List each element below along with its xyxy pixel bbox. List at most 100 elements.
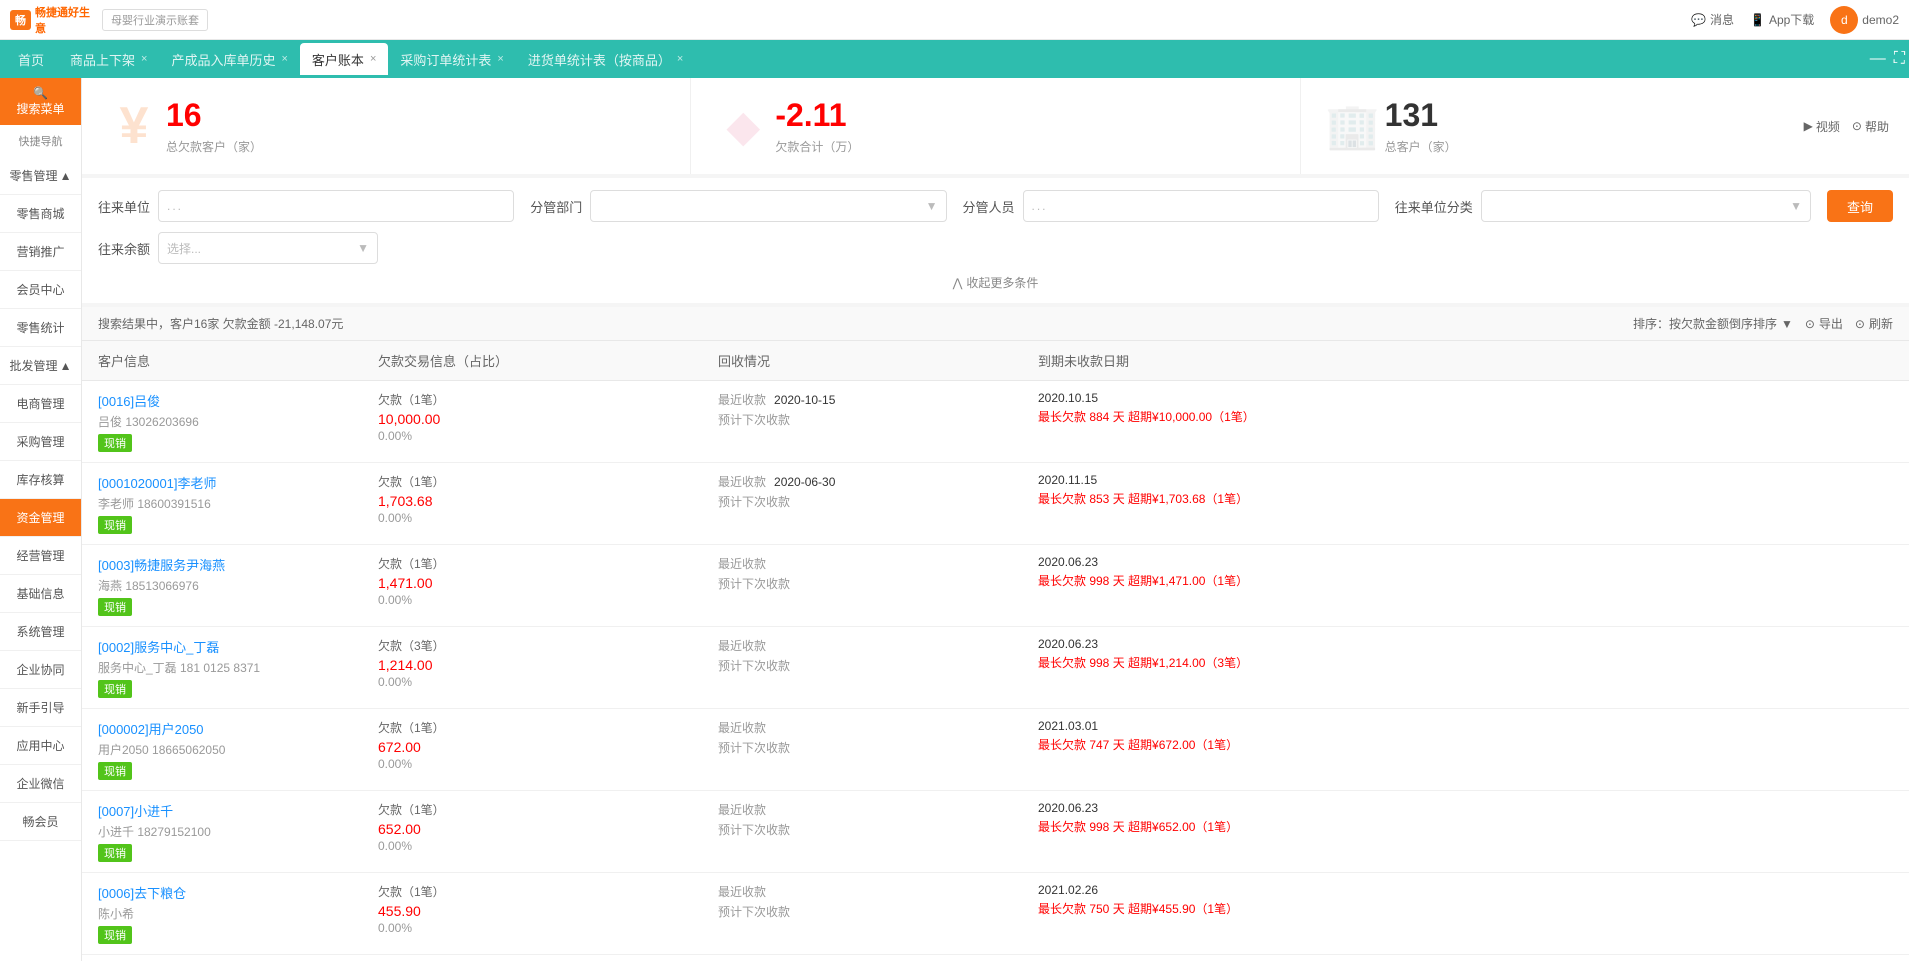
sidebar-item-marketing[interactable]: 营销推广 [0, 233, 81, 271]
video-button[interactable]: ▶ 视频 [1804, 118, 1840, 135]
sidebar-item-batch-mgmt[interactable]: 批发管理▲ [0, 347, 81, 385]
tab-product-history[interactable]: 产成品入库单历史 × [159, 43, 299, 75]
sidebar-item-vip-member[interactable]: 畅会员 [0, 803, 81, 841]
table-row: [000002]用户2050 用户2050 18665062050 现销 欠款（… [82, 709, 1909, 791]
stat-card-debt-amount: ◆ -2.11 欠款合计（万） [691, 78, 1300, 174]
search-button[interactable]: 查询 [1827, 190, 1893, 222]
tabs-minimize-button[interactable]: — [1870, 50, 1886, 68]
debt-amount-3[interactable]: 1,214.00 [378, 657, 718, 673]
overdue-link-6[interactable]: 超期¥455.90（1笔） [1128, 902, 1238, 916]
unit-category-label: 往来单位分类 [1395, 197, 1473, 216]
sidebar-item-app-center[interactable]: 应用中心 [0, 727, 81, 765]
tab-purchase-stats[interactable]: 进货单统计表（按商品） × [516, 43, 695, 75]
customer-tag-4: 现销 [98, 762, 132, 780]
from-unit-input[interactable]: ... [158, 190, 514, 222]
customer-tag-1: 现销 [98, 516, 132, 534]
customer-name-5[interactable]: [0007]小进千 [98, 801, 378, 820]
tab-customer-account[interactable]: 客户账本 × [300, 43, 388, 75]
building-icon: 🏢 [1321, 94, 1385, 158]
payback-info-2: 最近收款 预计下次收款 [718, 555, 1038, 592]
tab-close-purchase-order[interactable]: × [497, 53, 503, 65]
sidebar-item-retail-store[interactable]: 零售商城 [0, 195, 81, 233]
user-avatar[interactable]: d demo2 [1830, 6, 1899, 34]
person-label: 分管人员 [963, 197, 1015, 216]
stat-info-debt-customers: 16 总欠款客户（家） [166, 97, 262, 155]
filter-person: 分管人员 ... [963, 190, 1379, 222]
sidebar-item-inventory-check[interactable]: 库存核算 [0, 461, 81, 499]
overdue-link-0[interactable]: 超期¥10,000.00（1笔） [1128, 410, 1255, 424]
overdue-link-5[interactable]: 超期¥652.00（1笔） [1128, 820, 1238, 834]
balance-select[interactable]: 选择... ▼ [158, 232, 378, 264]
customer-name-3[interactable]: [0002]服务中心_丁磊 [98, 637, 378, 656]
debt-amount-5[interactable]: 652.00 [378, 821, 718, 837]
customer-info-3: [0002]服务中心_丁磊 服务中心_丁磊 181 0125 8371 现销 [98, 637, 378, 698]
customer-name-0[interactable]: [0016]吕俊 [98, 391, 378, 410]
help-button[interactable]: ⊙ 帮助 [1852, 118, 1889, 135]
main-layout: 🔍 搜索菜单 快捷导航 零售管理▲ 零售商城 营销推广 会员中心 零售统计 [0, 78, 1909, 961]
customer-info-4: [000002]用户2050 用户2050 18665062050 现销 [98, 719, 378, 780]
sidebar-item-system-mgmt[interactable]: 系统管理 [0, 613, 81, 651]
tab-close-purchase-stats[interactable]: × [677, 53, 683, 65]
sidebar-item-new-guide[interactable]: 新手引导 [0, 689, 81, 727]
sidebar-item-purchase-mgmt[interactable]: 采购管理 [0, 423, 81, 461]
tabs-expand-button[interactable]: ⛶ [1894, 50, 1905, 68]
sidebar-item-ecommerce-mgmt[interactable]: 电商管理 [0, 385, 81, 423]
due-info-2: 2020.06.23 最长欠款 998 天 超期¥1,471.00（1笔） [1038, 555, 1893, 589]
due-info-0: 2020.10.15 最长欠款 884 天 超期¥10,000.00（1笔） [1038, 391, 1893, 425]
tab-close-product-history[interactable]: × [281, 53, 287, 65]
tab-product-offline[interactable]: 商品上下架 × [58, 43, 159, 75]
tab-purchase-order[interactable]: 采购订单统计表 × [388, 43, 515, 75]
debt-amount-6[interactable]: 455.90 [378, 903, 718, 919]
debt-amount-1[interactable]: 1,703.68 [378, 493, 718, 509]
export-button[interactable]: ⊙ 导出 [1805, 315, 1843, 332]
sidebar-item-member-center[interactable]: 会员中心 [0, 271, 81, 309]
overdue-link-2[interactable]: 超期¥1,471.00（1笔） [1128, 574, 1248, 588]
debt-info-5: 欠款（1笔） 652.00 0.00% [378, 801, 718, 853]
debt-info-1: 欠款（1笔） 1,703.68 0.00% [378, 473, 718, 525]
app-download-button[interactable]: 📱 App下载 [1750, 11, 1814, 28]
due-date-5: 2020.06.23 [1038, 801, 1893, 815]
overdue-link-3[interactable]: 超期¥1,214.00（3笔） [1128, 656, 1248, 670]
sort-arrow-icon: ▼ [1781, 317, 1793, 331]
total-customers-label: 总客户（家） [1385, 138, 1457, 155]
tab-close-product-offline[interactable]: × [141, 53, 147, 65]
sidebar-item-enterprise-wechat[interactable]: 企业微信 [0, 765, 81, 803]
debt-amount-0[interactable]: 10,000.00 [378, 411, 718, 427]
stat-info-total-customers: 131 总客户（家） [1385, 97, 1457, 155]
debt-count-4: 欠款（1笔） [378, 719, 718, 736]
message-button[interactable]: 💬 消息 [1691, 11, 1734, 28]
customer-name-1[interactable]: [0001020001]李老师 [98, 473, 378, 492]
collapse-button[interactable]: ⋀ 收起更多条件 [98, 274, 1893, 291]
diamond-icon: ◆ [711, 94, 775, 158]
unit-category-select[interactable]: ▼ [1481, 190, 1811, 222]
sort-select[interactable]: 排序：按欠款金额倒序排序 ▼ [1633, 315, 1793, 332]
customer-name-4[interactable]: [000002]用户2050 [98, 719, 378, 738]
debt-amount-4[interactable]: 672.00 [378, 739, 718, 755]
tab-close-customer-account[interactable]: × [370, 53, 376, 65]
search-icon: 🔍 [33, 86, 48, 100]
sidebar-item-retail-stats[interactable]: 零售统计 [0, 309, 81, 347]
logo-area: 畅 畅捷通好生意 [10, 4, 90, 36]
sidebar-item-basic-info[interactable]: 基础信息 [0, 575, 81, 613]
sidebar-shortcut[interactable]: 快捷导航 [0, 125, 81, 157]
customer-name-2[interactable]: [0003]畅捷服务尹海燕 [98, 555, 378, 574]
sidebar-search[interactable]: 🔍 搜索菜单 [0, 78, 81, 125]
refresh-button[interactable]: ⊙ 刷新 [1855, 315, 1893, 332]
message-icon: 💬 [1691, 13, 1706, 27]
dept-select[interactable]: ▼ [590, 190, 946, 222]
overdue-link-4[interactable]: 超期¥672.00（1笔） [1128, 738, 1238, 752]
sidebar-item-capital-mgmt[interactable]: 资金管理 [0, 499, 81, 537]
unit-category-arrow-icon: ▼ [1790, 199, 1802, 213]
debt-amount-2[interactable]: 1,471.00 [378, 575, 718, 591]
table-row: [0007]小进千 小进千 18279152100 现销 欠款（1笔） 652.… [82, 791, 1909, 873]
sidebar-item-operation-mgmt[interactable]: 经营管理 [0, 537, 81, 575]
tab-home[interactable]: 首页 [4, 43, 58, 75]
sidebar-item-enterprise-coop[interactable]: 企业协同 [0, 651, 81, 689]
debt-customers-label: 总欠款客户（家） [166, 138, 262, 155]
person-input[interactable]: ... [1023, 190, 1379, 222]
stats-row: ¥ 16 总欠款客户（家） ◆ -2.11 欠款合计（万） [82, 78, 1909, 174]
customer-name-6[interactable]: [0006]去下粮仓 [98, 883, 378, 902]
sidebar-item-retail-mgmt[interactable]: 零售管理▲ [0, 157, 81, 195]
overdue-link-1[interactable]: 超期¥1,703.68（1笔） [1128, 492, 1248, 506]
table-row: [0016]吕俊 吕俊 13026203696 现销 欠款（1笔） 10,000… [82, 381, 1909, 463]
